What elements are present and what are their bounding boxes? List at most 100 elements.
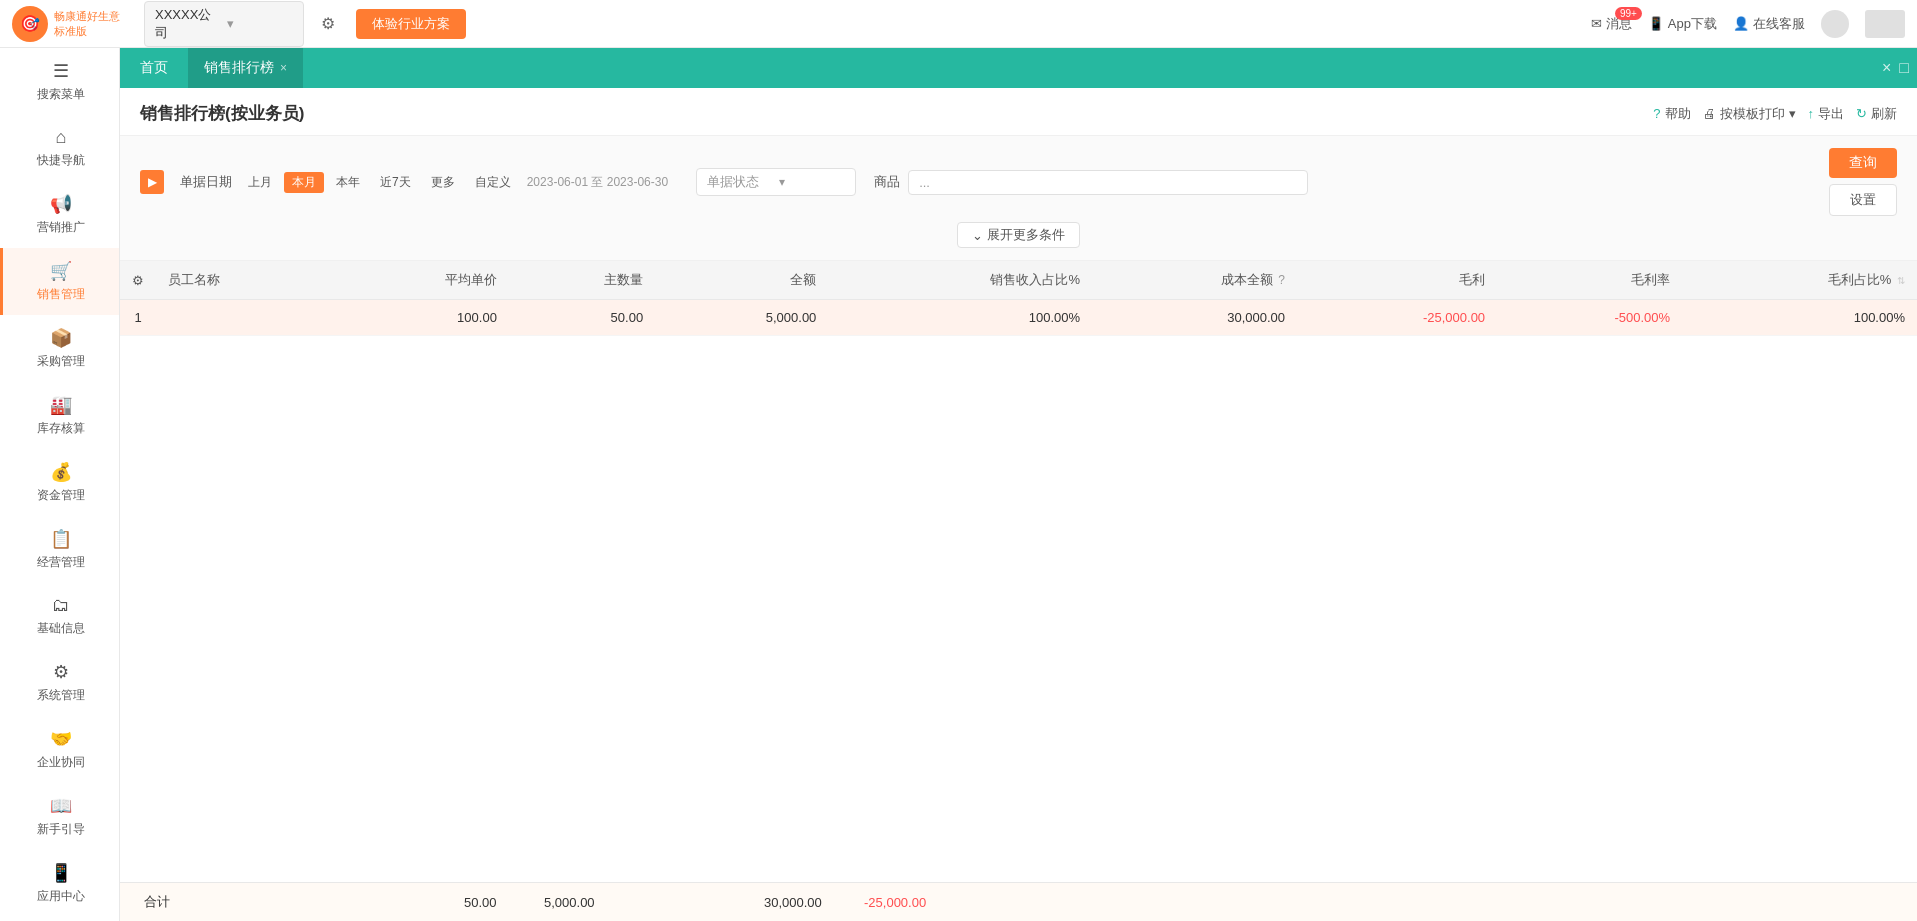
shortcut-icon: ⌂ (56, 127, 67, 148)
trial-button[interactable]: 体验行业方案 (356, 9, 466, 39)
sidebar-item-shortcut[interactable]: ⌂ 快捷导航 (0, 115, 119, 181)
settings-icon[interactable]: ⚙ (312, 8, 344, 40)
settings-button[interactable]: 设置 (1829, 184, 1897, 216)
sidebar-item-apps[interactable]: 📱 应用中心 (0, 850, 119, 917)
cell-index: 1 (120, 300, 156, 336)
cell-amount: 5,000.00 (655, 300, 828, 336)
logo-text: 畅康通好生意 标准版 (54, 9, 120, 38)
cell-quantity: 50.00 (509, 300, 655, 336)
sidebar-item-guide[interactable]: 📖新手引导 (0, 783, 119, 850)
shortcut-label: 快捷导航 (37, 152, 85, 169)
apps-label: 应用中心 (37, 888, 85, 905)
tab-maximize-btn[interactable]: □ (1899, 59, 1909, 77)
date-opt-this-month[interactable]: 本月 (284, 172, 324, 193)
tab-close-icon[interactable]: × (280, 61, 287, 75)
date-range-display: 2023-06-01 至 2023-06-30 (527, 174, 668, 191)
sidebar-item-basic[interactable]: 🗂基础信息 (0, 583, 119, 649)
date-opt-prev-month[interactable]: 上月 (240, 172, 280, 193)
expand-label: 展开更多条件 (987, 226, 1065, 244)
footer-label: 合计 (132, 893, 332, 911)
sidebar-item-search[interactable]: ☰搜索菜单 (0, 48, 119, 115)
sidebar-item-system[interactable]: ⚙系统管理 (0, 649, 119, 716)
sidebar-item-enterprise[interactable]: 🤝企业协同 (0, 716, 119, 783)
status-filter[interactable]: 单据状态 ▾ (696, 168, 856, 196)
sidebar-item-sales[interactable]: 🛒 销售管理 (0, 248, 119, 315)
th-profit-rate: 毛利率 (1497, 261, 1682, 300)
status-label: 单据状态 (707, 173, 773, 191)
basic-label: 基础信息 (37, 620, 85, 637)
messages-badge: 99+ (1615, 7, 1642, 20)
footer-profit-val: -25,000.00 (852, 895, 952, 910)
avatar[interactable] (1821, 10, 1849, 38)
message-icon: ✉ (1591, 16, 1602, 31)
sidebar-item-purchase[interactable]: 📦采购管理 (0, 315, 119, 382)
refresh-button[interactable]: ↻ 刷新 (1856, 105, 1897, 123)
print-icon: 🖨 (1703, 106, 1716, 121)
app-download-button[interactable]: 📱 App下载 (1648, 15, 1717, 33)
help-icon: ? (1653, 106, 1660, 121)
cell-cost: 30,000.00 (1092, 300, 1297, 336)
filter-collapse-btn[interactable]: ▶ (140, 170, 164, 194)
online-service-button[interactable]: 👤 在线客服 (1733, 15, 1805, 33)
expand-button[interactable]: ⌄ 展开更多条件 (957, 222, 1080, 248)
refresh-icon: ↻ (1856, 106, 1867, 121)
sales-icon: 🛒 (50, 260, 72, 282)
guide-label: 新手引导 (37, 821, 85, 838)
th-cost: 成本全额 ? (1092, 261, 1297, 300)
company-selector[interactable]: XXXXX公司 ▾ (144, 1, 304, 47)
tab-close-btn[interactable]: × (1882, 59, 1891, 77)
cell-sales-ratio: 100.00% (828, 300, 1092, 336)
profit-ratio-sort-icon[interactable]: ⇅ (1897, 275, 1905, 286)
table-header: ⚙ 员工名称 平均单价 主数量 全额 销售收入占比% 成本全额 ? 毛利 毛利率 (120, 261, 1917, 300)
operations-icon: 📋 (50, 528, 72, 550)
app-download-label: App下载 (1668, 15, 1717, 33)
tab-home[interactable]: 首页 (120, 48, 188, 88)
th-name: 员工名称 (156, 261, 332, 300)
date-opt-more[interactable]: 更多 (423, 172, 463, 193)
sidebar-item-marketing[interactable]: 📢营销推广 (0, 181, 119, 248)
filter-bar: ▶ 单据日期 上月 本月 本年 近7天 更多 自定义 2023-06-01 至 … (120, 136, 1917, 261)
content-area: 首页 销售排行榜 × × □ 销售排行榜(按业务员) ? 帮助 (120, 48, 1917, 921)
table-body: 1 100.00 50.00 5,000.00 100.00% 30,000.0… (120, 300, 1917, 336)
date-opt-custom[interactable]: 自定义 (467, 172, 519, 193)
logo: 🎯 畅康通好生意 标准版 (12, 6, 132, 42)
print-button[interactable]: 🖨 按模板打印 ▾ (1703, 105, 1796, 123)
user-info[interactable] (1865, 10, 1905, 38)
date-opt-this-year[interactable]: 本年 (328, 172, 368, 193)
sidebar-item-wechat[interactable]: 💬企业微信 (0, 917, 119, 921)
tab-label: 销售排行榜 (204, 59, 274, 77)
search-icon: ☰ (53, 60, 69, 82)
operations-label: 经营管理 (37, 554, 85, 571)
sales-label: 销售管理 (37, 286, 85, 303)
apps-icon: 📱 (50, 862, 72, 884)
tab-bar: 首页 销售排行榜 × × □ (120, 48, 1917, 88)
date-options: 上月 本月 本年 近7天 更多 自定义 (240, 172, 519, 193)
help-button[interactable]: ? 帮助 (1653, 105, 1690, 123)
export-icon: ↑ (1808, 106, 1815, 121)
online-service-label: 在线客服 (1753, 15, 1805, 33)
page-header-actions: ? 帮助 🖨 按模板打印 ▾ ↑ 导出 ↻ 刷新 (1653, 105, 1897, 123)
sidebar-item-inventory[interactable]: 🏭库存核算 (0, 382, 119, 449)
marketing-icon: 📢 (50, 193, 72, 215)
date-opt-7days[interactable]: 近7天 (372, 172, 419, 193)
cell-profit: -25,000.00 (1297, 300, 1497, 336)
th-profit: 毛利 (1297, 261, 1497, 300)
sidebar-item-finance[interactable]: 💰资金管理 (0, 449, 119, 516)
download-icon: 📱 (1648, 16, 1664, 31)
goods-filter[interactable]: ... (908, 170, 1308, 195)
tab-sales-ranking[interactable]: 销售排行榜 × (188, 48, 303, 88)
query-button[interactable]: 查询 (1829, 148, 1897, 178)
export-button[interactable]: ↑ 导出 (1808, 105, 1845, 123)
inventory-label: 库存核算 (37, 420, 85, 437)
cost-help-icon[interactable]: ? (1278, 273, 1285, 287)
sidebar-item-operations[interactable]: 📋 经营管理 (0, 516, 119, 583)
company-name: XXXXX公司 (155, 6, 221, 42)
print-arrow: ▾ (1789, 106, 1796, 121)
date-filter-label: 单据日期 (180, 173, 232, 191)
cell-name (156, 300, 332, 336)
messages-button[interactable]: ✉ 消息 99+ (1591, 15, 1632, 33)
th-avg-price: 平均单价 (332, 261, 508, 300)
tab-bar-right: × □ (1882, 59, 1917, 77)
cell-avg-price: 100.00 (332, 300, 508, 336)
main-layout: ☰搜索菜单 ⌂ 快捷导航 📢营销推广 🛒 销售管理 📦采购管理🏭库存核算💰资金管理 📋 经营管理… (0, 48, 1917, 921)
